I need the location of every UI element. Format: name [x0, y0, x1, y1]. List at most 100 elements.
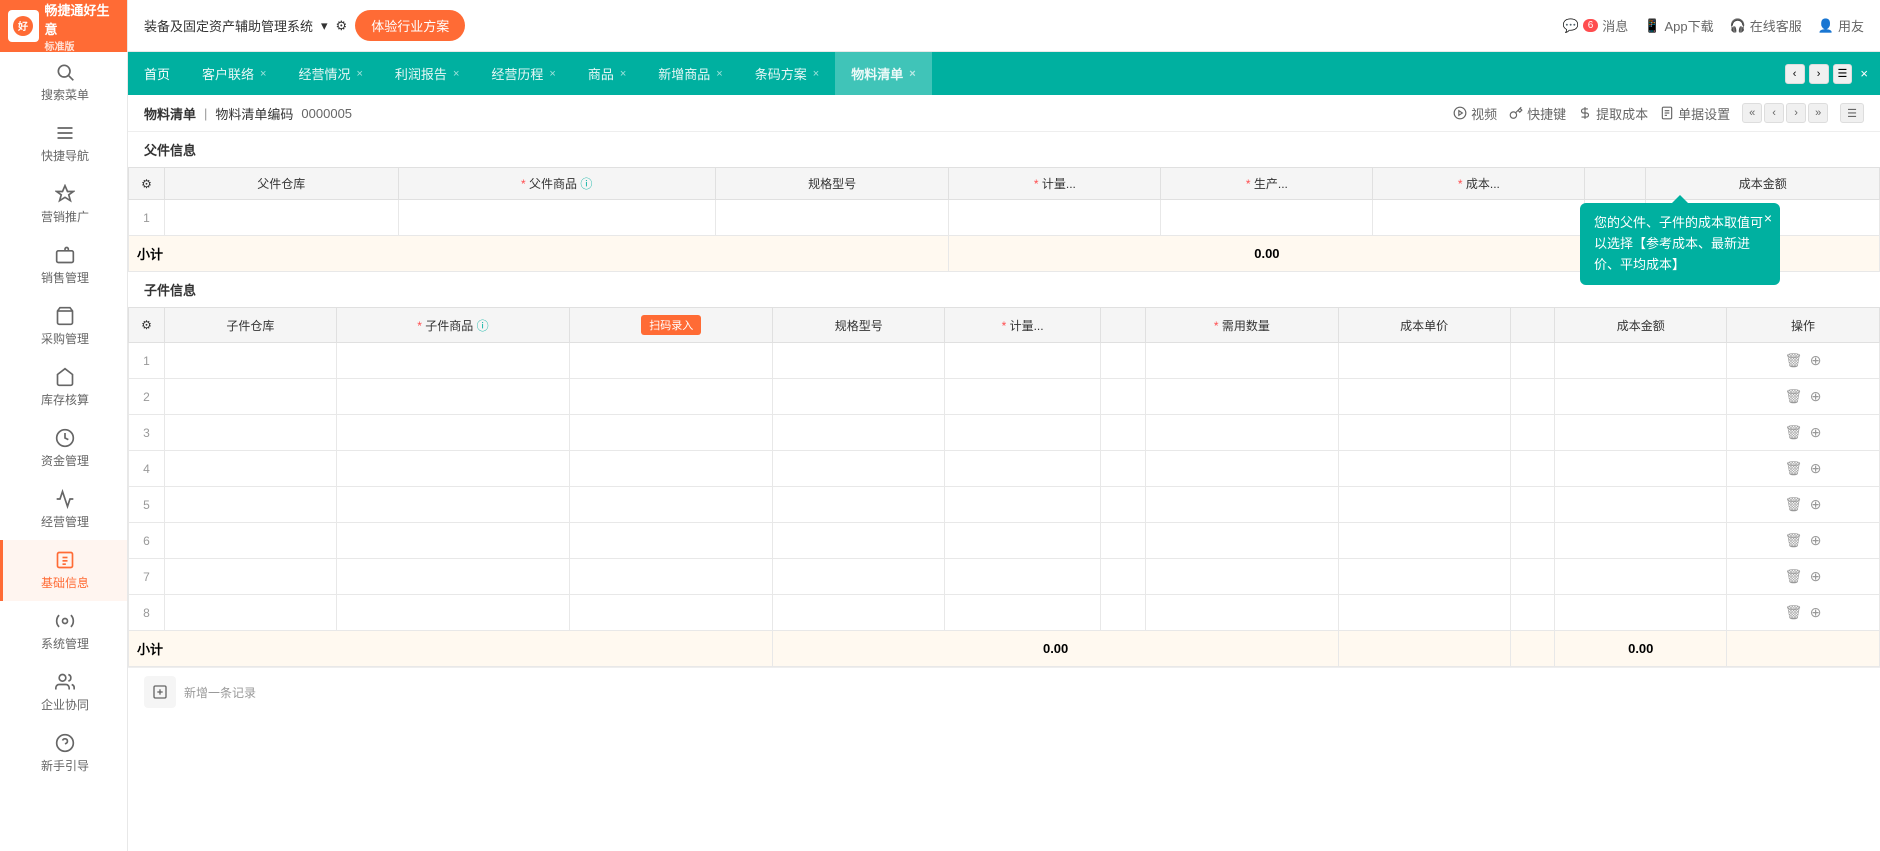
app-download-item[interactable]: 📱 App下载: [1644, 16, 1713, 35]
tab-customer[interactable]: 客户联络 ×: [186, 52, 282, 95]
nav-menu-btn[interactable]: ☰: [1833, 64, 1853, 84]
copy-icon-1[interactable]: ⊕: [1810, 352, 1822, 368]
tab-barcode[interactable]: 条码方案 ×: [739, 52, 835, 95]
online-service-item[interactable]: 🎧 在线客服: [1730, 16, 1802, 35]
sidebar-item-purchase[interactable]: 采购管理: [0, 296, 127, 357]
shortcut-action[interactable]: 快捷键: [1509, 104, 1566, 123]
tab-goods[interactable]: 商品 ×: [572, 52, 642, 95]
parent-cell-unit-1[interactable]: [949, 200, 1161, 236]
delete-icon-2[interactable]: 🗑: [1785, 388, 1803, 404]
tab-new-goods-close[interactable]: ×: [716, 68, 722, 80]
tab-barcode-close[interactable]: ×: [813, 68, 819, 80]
page-last-btn[interactable]: »: [1808, 103, 1828, 123]
tab-bom[interactable]: 物料清单 ×: [835, 52, 931, 95]
tab-operation-label: 经营情况: [298, 64, 350, 83]
tab-customer-close[interactable]: ×: [260, 68, 266, 80]
sidebar-item-info[interactable]: 基础信息: [0, 540, 127, 601]
child-cell-goods-1[interactable]: [336, 343, 569, 379]
sidebar-item-nav[interactable]: 快捷导航: [0, 113, 127, 174]
view-action[interactable]: 视频: [1453, 104, 1497, 123]
copy-icon-6[interactable]: ⊕: [1810, 532, 1822, 548]
scan-button[interactable]: 扫码录入: [641, 315, 701, 335]
child-col-unit-cost: 成本单价: [1338, 308, 1510, 343]
nav-close-all[interactable]: ×: [1856, 66, 1872, 81]
delete-icon-6[interactable]: 🗑: [1785, 532, 1803, 548]
parent-col-gear[interactable]: ⚙: [129, 168, 165, 200]
trial-button[interactable]: 体验行业方案: [355, 10, 465, 41]
add-row-icon[interactable]: [144, 676, 176, 708]
nav-prev-btn[interactable]: ‹: [1785, 64, 1805, 84]
sidebar-item-system[interactable]: 系统管理: [0, 601, 127, 662]
delete-icon-8[interactable]: 🗑: [1785, 604, 1803, 620]
sidebar-item-guide[interactable]: 新手引导: [0, 723, 127, 784]
sidebar-item-search[interactable]: 搜索菜单: [0, 52, 127, 113]
page-next-btn[interactable]: ›: [1786, 103, 1806, 123]
child-table-wrapper: ⚙ 子件仓库 * 子件商品 ⓘ 扫码录入 规格型号 * 计量... * 需用数量…: [128, 307, 1880, 667]
child-cell-action-4: 🗑 ⊕: [1727, 451, 1880, 487]
child-cell-unit-1[interactable]: [945, 343, 1101, 379]
copy-icon-4[interactable]: ⊕: [1810, 460, 1822, 476]
child-col-gear[interactable]: ⚙: [129, 308, 165, 343]
extract-cost-action[interactable]: 提取成本: [1578, 104, 1648, 123]
tab-goods-close[interactable]: ×: [620, 68, 626, 80]
topbar-left: 装备及固定资产辅助管理系统 ▾ ⚙ 体验行业方案: [144, 10, 465, 41]
tab-profit[interactable]: 利润报告 ×: [379, 52, 475, 95]
sidebar-item-finance[interactable]: 资金管理: [0, 418, 127, 479]
parent-cell-goods-1[interactable]: [398, 200, 715, 236]
child-row-num-8: 8: [129, 595, 165, 631]
breadcrumb-item1[interactable]: 物料清单: [144, 104, 196, 123]
child-cell-scan-1: [570, 343, 773, 379]
tab-operation[interactable]: 经营情况 ×: [282, 52, 378, 95]
extract-icon: [1578, 106, 1592, 120]
gear-icon[interactable]: ⚙: [336, 18, 348, 34]
delete-icon-3[interactable]: 🗑: [1785, 424, 1803, 440]
tab-profit-close[interactable]: ×: [453, 68, 459, 80]
tab-history-close[interactable]: ×: [549, 68, 555, 80]
child-col-warehouse: 子件仓库: [165, 308, 337, 343]
sidebar-item-sales[interactable]: 销售管理: [0, 235, 127, 296]
tooltip-close-btn[interactable]: ×: [1764, 207, 1772, 229]
child-col-scan[interactable]: 扫码录入: [570, 308, 773, 343]
child-cell-ucost-1[interactable]: [1338, 343, 1510, 379]
child-table: ⚙ 子件仓库 * 子件商品 ⓘ 扫码录入 规格型号 * 计量... * 需用数量…: [128, 307, 1880, 667]
sidebar-item-inventory[interactable]: 库存核算: [0, 357, 127, 418]
nav-next-btn[interactable]: ›: [1809, 64, 1829, 84]
sidebar-item-collab[interactable]: 企业协同: [0, 662, 127, 723]
sidebar-item-operation[interactable]: 经营管理: [0, 479, 127, 540]
parent-cell-warehouse-1[interactable]: [165, 200, 399, 236]
child-subtotal-label: 小计: [129, 631, 773, 667]
tab-new-goods[interactable]: 新增商品 ×: [642, 52, 738, 95]
child-cell-wh-1[interactable]: [165, 343, 337, 379]
child-cell-goods-2[interactable]: [336, 379, 569, 415]
child-cell-wh-2[interactable]: [165, 379, 337, 415]
single-settings-action[interactable]: 单据设置: [1660, 104, 1730, 123]
delete-icon-1[interactable]: 🗑: [1785, 352, 1803, 368]
tab-history[interactable]: 经营历程 ×: [475, 52, 571, 95]
dropdown-icon[interactable]: ▾: [321, 18, 328, 34]
tab-operation-close[interactable]: ×: [356, 68, 362, 80]
delete-icon-4[interactable]: 🗑: [1785, 460, 1803, 476]
tab-home[interactable]: 首页: [128, 52, 186, 95]
parent-cell-spec-1[interactable]: [715, 200, 949, 236]
parent-cell-production-1[interactable]: [1161, 200, 1373, 236]
copy-icon-8[interactable]: ⊕: [1810, 604, 1822, 620]
page-prev-btn[interactable]: ‹: [1764, 103, 1784, 123]
copy-icon-7[interactable]: ⊕: [1810, 568, 1822, 584]
user-item[interactable]: 👤 用友: [1818, 16, 1864, 35]
tab-bom-close[interactable]: ×: [909, 68, 915, 80]
sidebar-item-marketing[interactable]: 营销推广: [0, 174, 127, 235]
copy-icon-3[interactable]: ⊕: [1810, 424, 1822, 440]
parent-subtotal-label: 小计: [129, 236, 949, 272]
message-item[interactable]: 💬 6 消息: [1563, 16, 1629, 35]
copy-icon-5[interactable]: ⊕: [1810, 496, 1822, 512]
delete-icon-5[interactable]: 🗑: [1785, 496, 1803, 512]
child-row-num-6: 6: [129, 523, 165, 559]
parent-cell-cost-1[interactable]: [1373, 200, 1585, 236]
child-cell-spec-1[interactable]: [773, 343, 945, 379]
grid-view-btn[interactable]: ☰: [1840, 103, 1864, 123]
copy-icon-2[interactable]: ⊕: [1810, 388, 1822, 404]
child-subtotal-amount: 0.00: [1555, 631, 1727, 667]
delete-icon-7[interactable]: 🗑: [1785, 568, 1803, 584]
child-cell-qty-1[interactable]: [1145, 343, 1338, 379]
page-first-btn[interactable]: «: [1742, 103, 1762, 123]
